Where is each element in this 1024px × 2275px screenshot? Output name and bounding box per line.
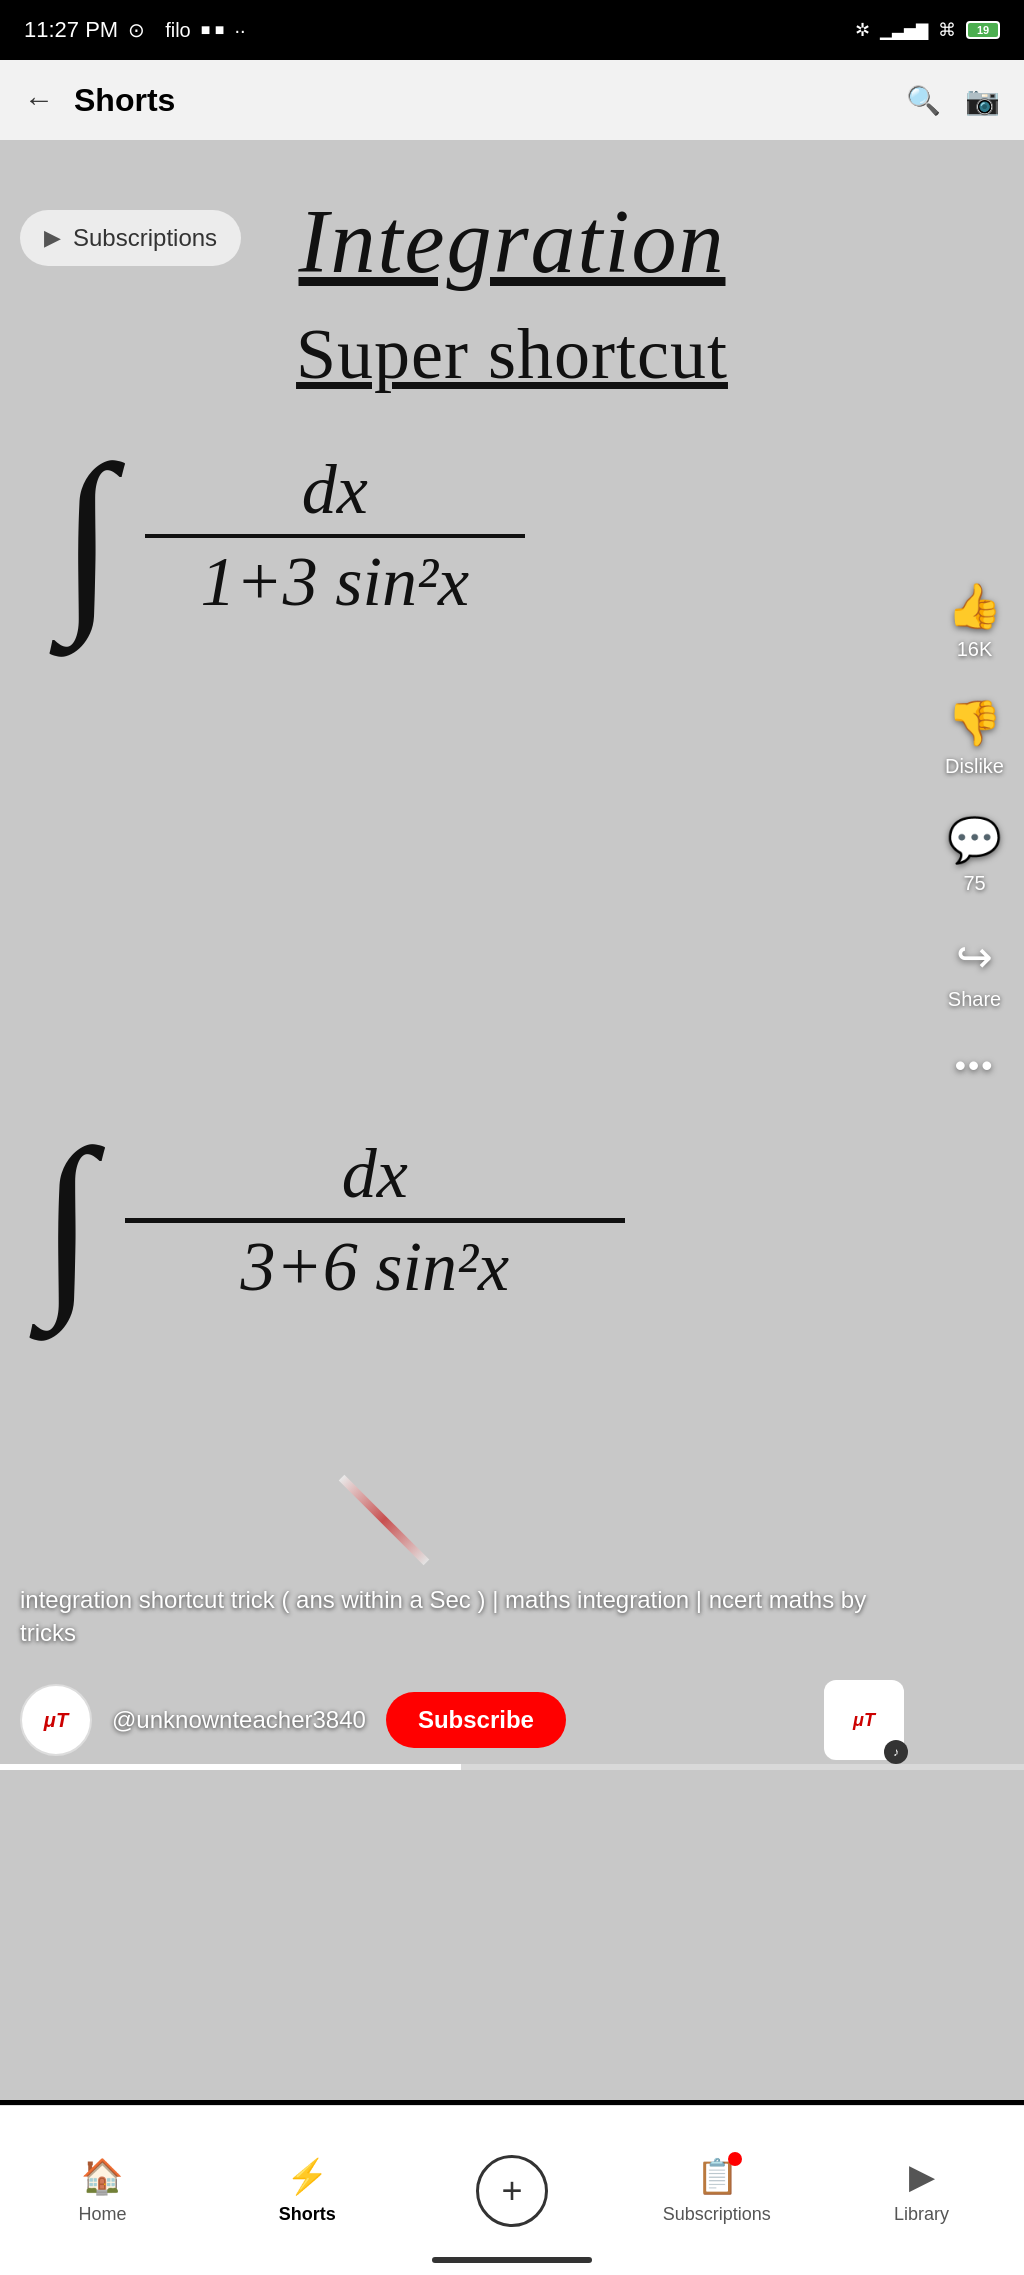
nav-home-label: Home <box>78 2204 126 2225</box>
comments-button[interactable]: 💬 75 <box>947 814 1002 895</box>
dislike-label: Dislike <box>945 755 1004 778</box>
add-icon: + <box>501 2170 522 2212</box>
nav-shorts-label: Shorts <box>279 2204 336 2225</box>
add-button[interactable]: + <box>476 2155 548 2227</box>
denominator-1: 1+3 sin²x <box>201 542 469 622</box>
shorts-icon: ⚡ <box>286 2156 328 2196</box>
nav-home[interactable]: 🏠 Home <box>0 2156 205 2225</box>
video-info: integration shortcut trick ( ans within … <box>20 1583 904 1760</box>
nav-subscriptions[interactable]: 📋 Subscriptions <box>614 2156 819 2225</box>
more-button[interactable]: ••• <box>955 1047 995 1084</box>
dislike-button[interactable]: 👎 Dislike <box>945 697 1004 778</box>
youtube-header: ← Shorts 🔍 📷 <box>0 60 1024 140</box>
more-options-icon: ••• <box>955 1047 995 1084</box>
channel-row: μT @unknownteacher3840 Subscribe μT ♪ <box>20 1680 904 1760</box>
like-count: 16K <box>957 638 993 661</box>
app-indicator: ■ ■ <box>201 21 225 39</box>
fraction-2: dx 3+6 sin²x <box>125 1134 625 1307</box>
fraction-1: dx 1+3 sin²x <box>145 450 525 622</box>
nav-subscriptions-label: Subscriptions <box>663 2204 771 2225</box>
pen-cursor <box>339 1475 430 1566</box>
nav-library-label: Library <box>894 2204 949 2225</box>
status-time: 11:27 PM <box>24 17 118 43</box>
subscriptions-filter-icon: ▶ <box>44 225 61 251</box>
formula-2: ∫ dx 3+6 sin²x <box>40 1120 625 1320</box>
home-icon: 🏠 <box>81 2156 123 2196</box>
bottom-nav: 🏠 Home ⚡ Shorts + 📋 Subscriptions ▶ Libr… <box>0 2105 1024 2275</box>
share-button[interactable]: ↪ Share <box>948 931 1001 1011</box>
music-indicator: ♪ <box>884 1740 908 1764</box>
fraction-line-1 <box>145 534 525 538</box>
video-subtitle: Super shortcut <box>0 313 1024 396</box>
battery-icon: 19 <box>966 21 1000 39</box>
comments-count: 75 <box>963 872 985 895</box>
back-button[interactable]: ← <box>24 83 54 117</box>
channel-thumbnail[interactable]: μT ♪ <box>824 1680 904 1760</box>
subscriptions-pill[interactable]: ▶ Subscriptions <box>20 210 241 266</box>
share-icon: ↪ <box>956 931 993 982</box>
thumbnail-text: μT <box>853 1710 875 1731</box>
integral-sign-2: ∫ <box>40 1120 95 1320</box>
video-description: integration shortcut trick ( ans within … <box>20 1583 904 1650</box>
page-title: Shorts <box>74 82 175 119</box>
comments-icon: 💬 <box>947 814 1002 866</box>
wifi-icon: ⌘ <box>938 19 956 41</box>
thumbs-down-icon: 👎 <box>947 697 1002 749</box>
progress-bar[interactable] <box>0 1764 1024 1770</box>
home-indicator <box>432 2257 592 2263</box>
thumbs-up-icon: 👍 <box>947 580 1002 632</box>
action-buttons: 👍 16K 👎 Dislike 💬 75 ↪ Share ••• <box>945 580 1004 1084</box>
subscriptions-filter-label: Subscriptions <box>73 224 217 252</box>
avatar-text: μT <box>44 1709 68 1732</box>
status-bar: 11:27 PM ⊙ filo ■ ■ ·· ✲ ▁▃▅▇ ⌘ 19 <box>0 0 1024 60</box>
math-content: Integration Super shortcut ∫ dx 1+3 sin²… <box>0 140 1024 2100</box>
dots-icon: ·· <box>235 19 246 42</box>
library-icon: ▶ <box>909 2156 935 2196</box>
numerator-2: dx <box>342 1134 408 1214</box>
signal-icon: ▁▃▅▇ <box>880 21 928 40</box>
channel-handle: @unknownteacher3840 <box>112 1706 366 1734</box>
channel-avatar[interactable]: μT <box>20 1684 92 1756</box>
bluetooth-icon: ✲ <box>855 19 870 41</box>
subscriptions-nav-icon: 📋 <box>696 2156 738 2196</box>
video-container: ▶ Subscriptions Integration Super shortc… <box>0 140 1024 2100</box>
fraction-line-2 <box>125 1218 625 1223</box>
numerator-1: dx <box>302 450 368 530</box>
app-name: filo <box>165 19 191 42</box>
formula-1: ∫ dx 1+3 sin²x <box>60 436 1024 636</box>
nav-shorts[interactable]: ⚡ Shorts <box>205 2156 410 2225</box>
share-label: Share <box>948 988 1001 1011</box>
clock-icon: ⊙ <box>128 18 145 42</box>
search-icon[interactable]: 🔍 <box>906 84 941 117</box>
status-icons: ✲ ▁▃▅▇ ⌘ 19 <box>855 19 1000 41</box>
subscribe-button[interactable]: Subscribe <box>386 1692 566 1748</box>
nav-library[interactable]: ▶ Library <box>819 2156 1024 2225</box>
progress-fill <box>0 1764 461 1770</box>
integral-sign-1: ∫ <box>60 436 115 636</box>
camera-icon[interactable]: 📷 <box>965 84 1000 117</box>
denominator-2: 3+6 sin²x <box>241 1227 509 1307</box>
like-button[interactable]: 👍 16K <box>947 580 1002 661</box>
nav-add[interactable]: + <box>410 2155 615 2227</box>
